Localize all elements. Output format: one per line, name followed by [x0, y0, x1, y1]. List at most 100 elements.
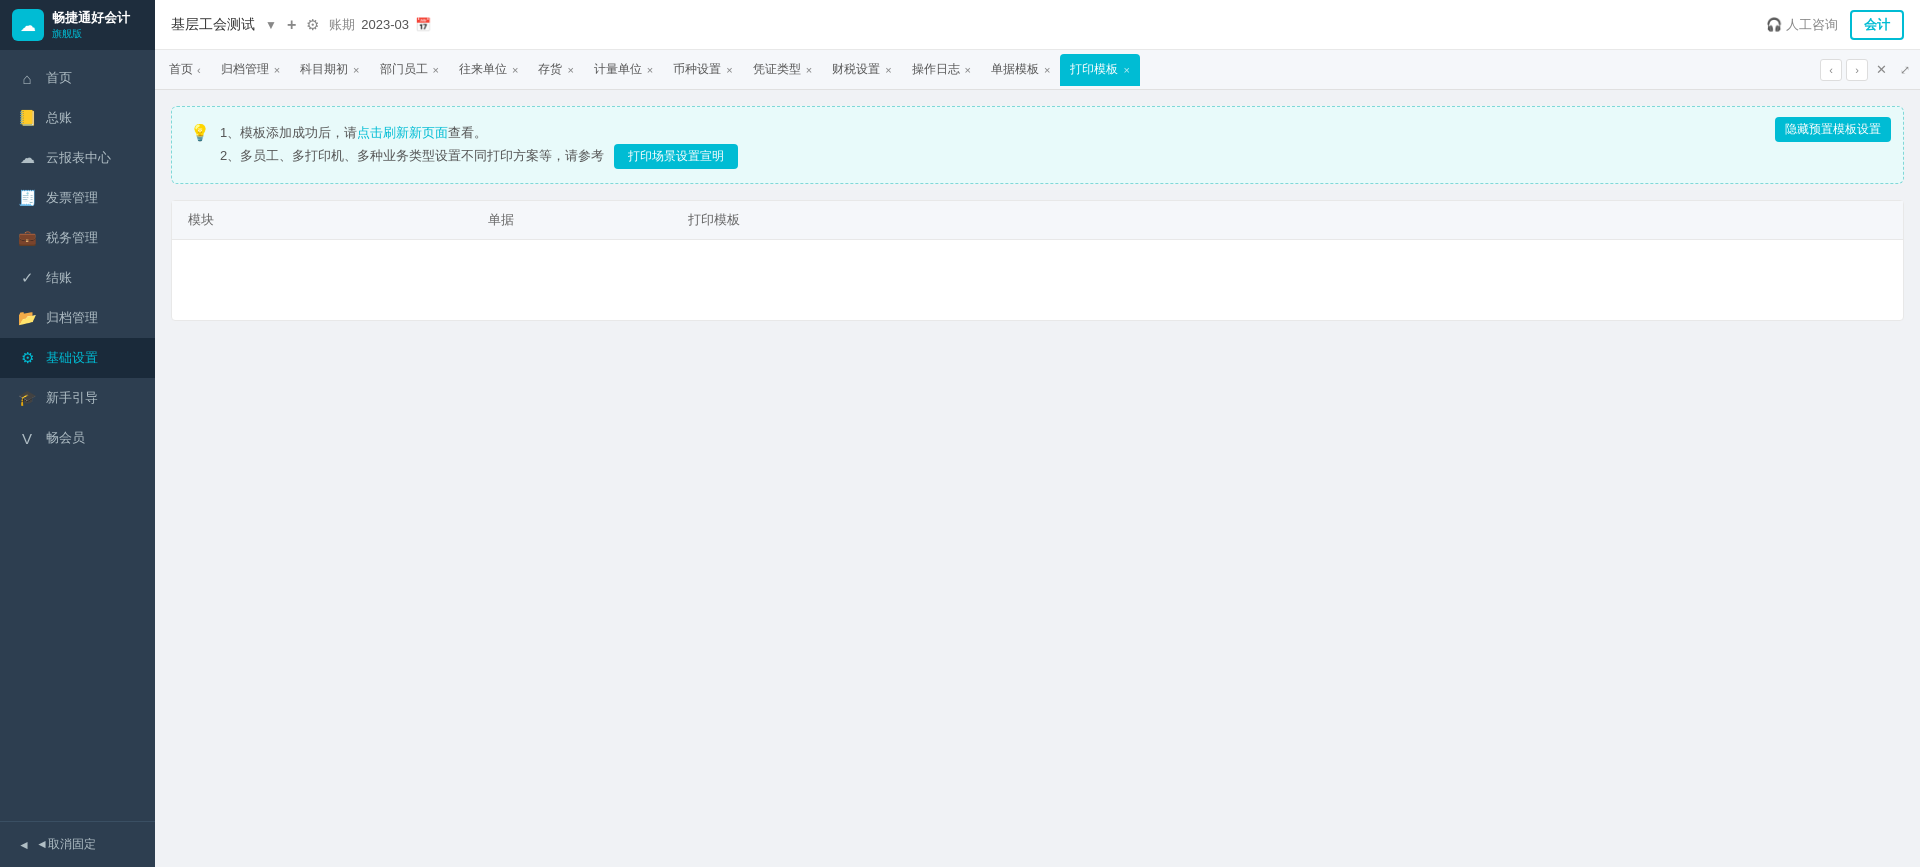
tab-taxset[interactable]: 财税设置×	[822, 54, 901, 86]
notice-line1-suffix: 查看。	[448, 125, 487, 140]
tab-label-single: 单据模板	[991, 61, 1039, 78]
tab-single[interactable]: 单据模板 ×	[981, 54, 1060, 86]
headset-icon: 🎧	[1766, 17, 1782, 32]
tab-label-voucher: 凭证类型	[753, 61, 801, 78]
notice-refresh-link[interactable]: 点击刷新新页面	[357, 125, 448, 140]
sidebar-item-guide[interactable]: 🎓 新手引导	[0, 378, 155, 418]
unpin-button[interactable]: ◄ ◄取消固定	[0, 821, 155, 867]
sidebar-item-home[interactable]: ⌂ 首页	[0, 58, 155, 98]
tab-label-oplog: 操作日志	[912, 61, 960, 78]
tab-label-print: 打印模板	[1070, 61, 1118, 78]
tab-label-archive: 归档管理	[221, 61, 269, 78]
period-value: 2023-03	[361, 17, 409, 32]
sidebar-label-tax: 税务管理	[46, 229, 98, 247]
sidebar-icon-reports: ☁	[18, 149, 36, 167]
logo-sub: 旗舰版	[52, 27, 130, 41]
sidebar-logo: ☁ 畅捷通好会计 旗舰版	[0, 0, 155, 50]
tab-prev-button[interactable]: ‹	[1820, 59, 1842, 81]
tab-supplier[interactable]: 往来单位 ×	[449, 54, 528, 86]
company-name: 基层工会测试	[171, 16, 255, 34]
print-template-table: 模块 单据 打印模板	[171, 200, 1904, 321]
tab-archive[interactable]: 归档管理 ×	[211, 54, 290, 86]
tab-home[interactable]: 首页 ‹	[159, 54, 211, 86]
tab-close-supplier[interactable]: ×	[512, 64, 518, 76]
print-scene-button[interactable]: 打印场景设置宣明	[614, 144, 738, 169]
tab-close-stock[interactable]: ×	[567, 64, 573, 76]
logo-icon: ☁	[12, 9, 44, 41]
hide-template-settings-button[interactable]: 隐藏预置模板设置	[1775, 117, 1891, 142]
sidebar-item-reports[interactable]: ☁ 云报表中心	[0, 138, 155, 178]
main-area: 基层工会测试 ▼ + ⚙ 账期 2023-03 📅 🎧 人工咨询 会计 首页 ‹ 归…	[155, 0, 1920, 867]
tab-label-unit: 计量单位	[594, 61, 642, 78]
tab-label-stock: 存货	[538, 61, 562, 78]
tab-currency[interactable]: 币种设置 ×	[663, 54, 742, 86]
tab-voucher[interactable]: 凭证类型 ×	[743, 54, 822, 86]
sidebar-item-checkout[interactable]: ✓ 结账	[0, 258, 155, 298]
company-dropdown-icon[interactable]: ▼	[265, 18, 277, 32]
add-company-button[interactable]: +	[287, 16, 296, 34]
sidebar-label-guide: 新手引导	[46, 389, 98, 407]
tab-oplog[interactable]: 操作日志 ×	[902, 54, 981, 86]
sidebar-item-settings[interactable]: ⚙ 基础设置	[0, 338, 155, 378]
tab-dept[interactable]: 部门员工×	[370, 54, 449, 86]
tab-subjects[interactable]: 科目期初 ×	[290, 54, 369, 86]
logo-main: 畅捷通好会计	[52, 9, 130, 27]
sidebar-item-vip[interactable]: V 畅会员	[0, 418, 155, 458]
tab-label-currency: 币种设置	[673, 61, 721, 78]
tab-close-oplog[interactable]: ×	[965, 64, 971, 76]
unpin-label: ◄取消固定	[36, 836, 96, 853]
tab-print[interactable]: 打印模板 ×	[1060, 54, 1139, 86]
sidebar: ☁ 畅捷通好会计 旗舰版 ⌂ 首页 📒 总账 ☁ 云报表中心 🧾 发票管理 💼 …	[0, 0, 155, 867]
tab-unit[interactable]: 计量单位 ×	[584, 54, 663, 86]
sidebar-label-vip: 畅会员	[46, 429, 85, 447]
tab-close-archive[interactable]: ×	[274, 64, 280, 76]
sidebar-icon-tax: 💼	[18, 229, 36, 247]
notice-line1: 1、模板添加成功后，请点击刷新新页面查看。	[220, 121, 738, 144]
sidebar-nav: ⌂ 首页 📒 总账 ☁ 云报表中心 🧾 发票管理 💼 税务管理 ✓ 结账 📂 归…	[0, 50, 155, 821]
calendar-icon[interactable]: 📅	[415, 17, 431, 32]
sidebar-item-ledger[interactable]: 📒 总账	[0, 98, 155, 138]
table-body	[172, 240, 1903, 320]
sidebar-item-invoice[interactable]: 🧾 发票管理	[0, 178, 155, 218]
tab-close-subjects[interactable]: ×	[353, 64, 359, 76]
tab-close-all-button[interactable]: ✕	[1870, 59, 1892, 81]
tab-next-button[interactable]: ›	[1846, 59, 1868, 81]
sidebar-icon-vip: V	[18, 430, 36, 447]
sidebar-label-invoice: 发票管理	[46, 189, 98, 207]
notice-content: 💡 1、模板添加成功后，请点击刷新新页面查看。 2、多员工、多打印机、多种业务类…	[190, 121, 1885, 169]
topbar-right: 🎧 人工咨询 会计	[1766, 10, 1904, 40]
sidebar-icon-ledger: 📒	[18, 109, 36, 127]
tab-stock[interactable]: 存货 ×	[528, 54, 583, 86]
tab-label-home: 首页	[169, 61, 193, 78]
topbar: 基层工会测试 ▼ + ⚙ 账期 2023-03 📅 🎧 人工咨询 会计	[155, 0, 1920, 50]
tab-label-supplier: 往来单位	[459, 61, 507, 78]
tab-home-nav[interactable]: ‹	[197, 64, 201, 76]
col-single-header: 单据	[488, 211, 688, 229]
sidebar-icon-settings: ⚙	[18, 349, 36, 367]
tab-close-dept[interactable]: ×	[433, 64, 439, 76]
sidebar-icon-archive: 📂	[18, 309, 36, 327]
notice-line2-prefix: 2、多员工、多打印机、多种业务类型设置不同打印方案等，请参考	[220, 148, 604, 163]
tabbar: 首页‹归档管理×科目期初×部门员工×往来单位×存货×计量单位×币种设置×凭证类型…	[155, 50, 1920, 90]
tab-close-print[interactable]: ×	[1123, 64, 1129, 76]
tab-close-unit[interactable]: ×	[647, 64, 653, 76]
notice-line2: 2、多员工、多打印机、多种业务类型设置不同打印方案等，请参考 打印场景设置宣明	[220, 144, 738, 169]
unpin-icon: ◄	[18, 838, 30, 852]
service-label: 人工咨询	[1786, 16, 1838, 34]
kuaiji-button[interactable]: 会计	[1850, 10, 1904, 40]
sidebar-item-archive[interactable]: 📂 归档管理	[0, 298, 155, 338]
tab-label-subjects: 科目期初	[300, 61, 348, 78]
service-button[interactable]: 🎧 人工咨询	[1766, 16, 1838, 34]
settings-icon[interactable]: ⚙	[306, 16, 319, 34]
tab-close-currency[interactable]: ×	[726, 64, 732, 76]
sidebar-label-home: 首页	[46, 69, 72, 87]
tab-close-voucher[interactable]: ×	[806, 64, 812, 76]
col-module-header: 模块	[188, 211, 488, 229]
sidebar-label-checkout: 结账	[46, 269, 72, 287]
sidebar-item-tax[interactable]: 💼 税务管理	[0, 218, 155, 258]
sidebar-label-archive: 归档管理	[46, 309, 98, 327]
tab-close-taxset[interactable]: ×	[885, 64, 891, 76]
tab-expand-button[interactable]: ⤢	[1894, 59, 1916, 81]
tab-close-single[interactable]: ×	[1044, 64, 1050, 76]
table-header: 模块 单据 打印模板	[172, 201, 1903, 240]
